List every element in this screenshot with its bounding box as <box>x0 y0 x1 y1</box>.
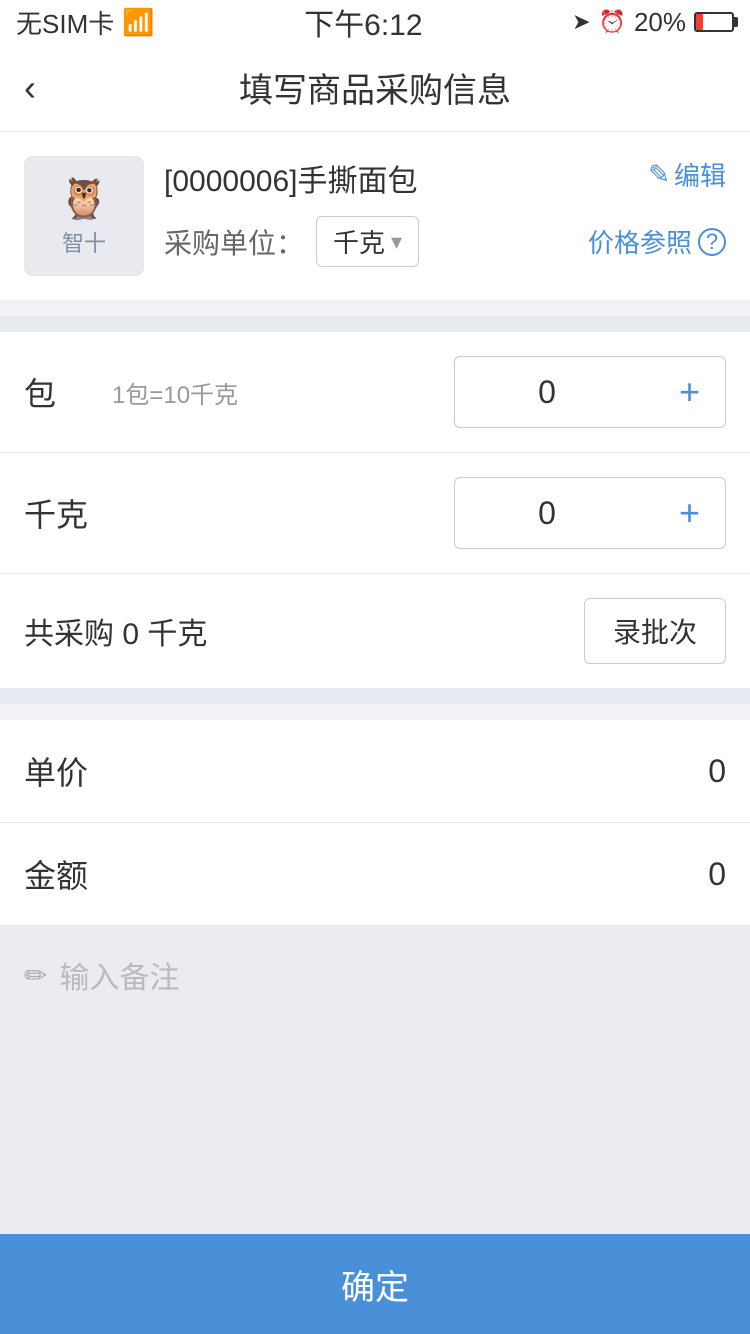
back-button[interactable]: ‹ <box>24 67 36 109</box>
unit-selector[interactable]: 千克 ▾ <box>316 216 419 267</box>
chevron-down-icon: ▾ <box>391 229 402 255</box>
nav-bar: ‹ 填写商品采购信息 <box>0 44 750 132</box>
bag-plus-button[interactable]: + <box>654 356 726 428</box>
product-name: [0000006]手撕面包 <box>164 156 417 200</box>
product-image: 🦉 智十 <box>24 156 144 276</box>
bag-label: 包 <box>24 369 104 415</box>
total-row: 共采购 0 千克 录批次 <box>0 574 750 688</box>
status-left: 无SIM卡 📶 <box>16 4 155 41</box>
kg-label: 千克 <box>24 490 104 536</box>
remarks-placeholder: 输入备注 <box>59 953 179 997</box>
edit-button[interactable]: ✎ 编辑 <box>648 156 726 193</box>
remarks-inner: ✏ 输入备注 <box>24 953 726 997</box>
status-time: 下午6:12 <box>304 0 422 44</box>
input-section: 包 1包=10千克 + 千克 + <box>0 332 750 574</box>
confirm-button[interactable]: 确定 <box>0 1234 750 1334</box>
bag-input[interactable] <box>454 356 654 428</box>
pencil-icon: ✏ <box>24 959 47 992</box>
wifi-icon: 📶 <box>122 7 154 38</box>
location-icon: ➤ <box>572 9 590 35</box>
amount-label: 金额 <box>24 851 104 897</box>
unit-row: 采购单位： 千克 ▾ 价格参照 ? <box>164 216 726 267</box>
amount-value: 0 <box>708 856 726 893</box>
product-info: [0000006]手撕面包 ✎ 编辑 采购单位： 千克 ▾ 价格参照 ? <box>164 156 726 267</box>
kg-plus-button[interactable]: + <box>654 477 726 549</box>
bag-sub-label: 1包=10千克 <box>112 375 238 410</box>
product-name-row: [0000006]手撕面包 ✎ 编辑 <box>164 156 726 200</box>
unit-price-row: 单价 0 <box>0 720 750 823</box>
price-ref-button[interactable]: 价格参照 ? <box>588 223 726 260</box>
status-right: ➤ ⏰ 20% <box>572 7 734 38</box>
unit-price-value: 0 <box>708 753 726 790</box>
battery-icon <box>694 12 734 32</box>
info-section: 单价 0 金额 0 <box>0 720 750 925</box>
bag-input-wrap: + <box>454 356 726 428</box>
sim-text: 无SIM卡 <box>16 4 114 41</box>
price-ref-label: 价格参照 <box>588 223 692 260</box>
alarm-icon: ⏰ <box>599 9 626 35</box>
total-label: 共采购 0 千克 <box>24 609 207 653</box>
section-divider-2 <box>0 688 750 704</box>
unit-value: 千克 <box>333 223 385 260</box>
edit-icon: ✎ <box>648 159 670 190</box>
amount-row: 金额 0 <box>0 823 750 925</box>
product-logo-icon: 🦉 <box>59 175 109 222</box>
kg-input[interactable] <box>454 477 654 549</box>
page-title: 填写商品采购信息 <box>239 63 511 112</box>
record-batch-button[interactable]: 录批次 <box>584 598 726 664</box>
battery-percent: 20% <box>634 7 686 38</box>
question-icon: ? <box>698 228 726 256</box>
product-image-label: 智十 <box>62 226 106 258</box>
kg-input-row: 千克 + <box>0 453 750 574</box>
edit-label: 编辑 <box>674 156 726 193</box>
product-card: 🦉 智十 [0000006]手撕面包 ✎ 编辑 采购单位： 千克 ▾ 价格参照 … <box>0 132 750 300</box>
section-divider-1 <box>0 316 750 332</box>
unit-price-label: 单价 <box>24 748 104 794</box>
bag-input-row: 包 1包=10千克 + <box>0 332 750 453</box>
status-bar: 无SIM卡 📶 下午6:12 ➤ ⏰ 20% <box>0 0 750 44</box>
kg-input-wrap: + <box>454 477 726 549</box>
unit-label: 采购单位： <box>164 222 304 262</box>
